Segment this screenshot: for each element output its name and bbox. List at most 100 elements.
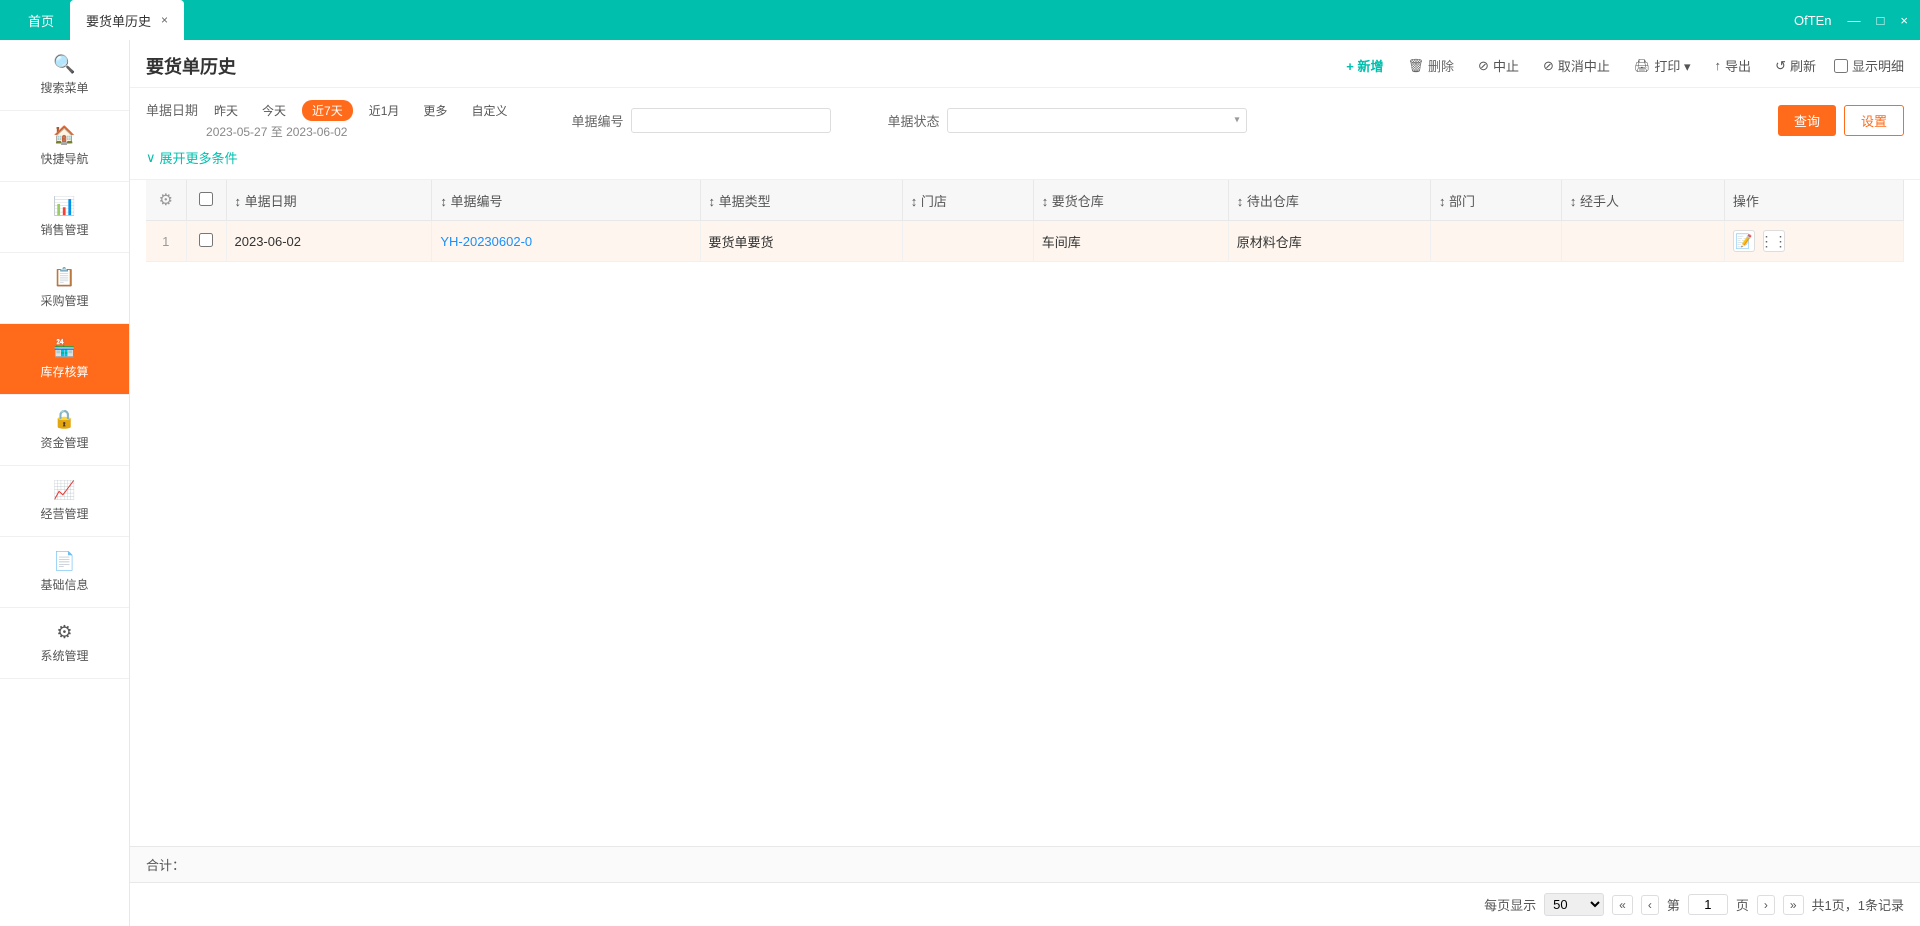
sidebar-item-purchase[interactable]: 📋 采购管理 bbox=[0, 253, 129, 324]
date-buttons: 昨天 今天 近7天 近1月 更多 自定义 bbox=[206, 100, 515, 121]
delete-button[interactable]: 🗑 删除 bbox=[1402, 52, 1461, 79]
print-icon: 🖨 bbox=[1634, 58, 1651, 74]
refresh-label: 刷新 bbox=[1790, 56, 1816, 75]
doc-status-label: 单据状态 bbox=[887, 111, 939, 130]
table-body: 1 2023-06-02 YH-20230602-0 要货单要货 车间库 原材料… bbox=[146, 221, 1904, 262]
sidebar-item-label: 搜索菜单 bbox=[40, 79, 88, 96]
row-doc-number[interactable]: YH-20230602-0 bbox=[432, 221, 700, 262]
today-btn[interactable]: 今天 bbox=[254, 100, 294, 121]
expand-more-button[interactable]: ∨ 展开更多条件 bbox=[146, 148, 1904, 167]
col-doc-type: ↕ 单据类型 bbox=[700, 180, 902, 221]
current-page-input[interactable] bbox=[1688, 894, 1728, 915]
close-window-icon[interactable]: × bbox=[1900, 13, 1908, 28]
table-row: 1 2023-06-02 YH-20230602-0 要货单要货 车间库 原材料… bbox=[146, 221, 1904, 262]
col-store-label: ↕ 门店 bbox=[911, 194, 947, 209]
more-btn[interactable]: 更多 bbox=[415, 100, 455, 121]
row-handler bbox=[1561, 221, 1724, 262]
col-operation: 操作 bbox=[1724, 180, 1903, 221]
next-page-btn[interactable]: › bbox=[1757, 895, 1775, 915]
last-page-btn[interactable]: » bbox=[1783, 895, 1804, 915]
first-page-btn[interactable]: « bbox=[1612, 895, 1633, 915]
doc-status-filter: 单据状态 ▾ bbox=[887, 108, 1750, 133]
refresh-button[interactable]: ↺ 刷新 bbox=[1769, 52, 1822, 79]
custom-btn[interactable]: 自定义 bbox=[463, 100, 515, 121]
top-bar-right: OfTEn — □ × bbox=[1794, 13, 1908, 28]
col-doc-number: ↕ 单据编号 bbox=[432, 180, 700, 221]
sidebar-item-finance[interactable]: 🔒 资金管理 bbox=[0, 395, 129, 466]
table-footer: 合计： bbox=[130, 846, 1920, 882]
sidebar-item-label: 销售管理 bbox=[40, 221, 88, 238]
sidebar-item-search[interactable]: 🔍 搜索菜单 bbox=[0, 40, 129, 111]
sidebar-item-quicknav[interactable]: 🏠 快捷导航 bbox=[0, 111, 129, 182]
doc-number-filter: 单据编号 bbox=[571, 108, 831, 133]
delete-label: 删除 bbox=[1428, 56, 1454, 75]
sidebar-item-inventory[interactable]: 🏪 库存核算 bbox=[0, 324, 129, 395]
select-all-checkbox[interactable] bbox=[199, 192, 213, 206]
table-container: ⚙ ↕ 单据日期 ↕ 单据编号 ↕ 单据类型 bbox=[130, 180, 1920, 846]
sidebar-item-label: 采购管理 bbox=[40, 292, 88, 309]
row-operations: 📝 ⋮⋮ bbox=[1724, 221, 1903, 262]
row-index: 1 bbox=[146, 221, 186, 262]
purchase-icon: 📋 bbox=[53, 267, 75, 288]
quick-nav-icon: 🏠 bbox=[53, 125, 75, 146]
doc-status-select[interactable] bbox=[947, 108, 1247, 133]
minimize-icon[interactable]: — bbox=[1848, 13, 1861, 28]
cancel-stop-icon: ⊘ bbox=[1543, 58, 1554, 74]
stop-icon: ⊘ bbox=[1478, 58, 1489, 74]
query-button[interactable]: 查询 bbox=[1778, 105, 1836, 136]
page-header: 要货单历史 + 新增 🗑 删除 ⊘ 中止 ⊘ 取消中止 🖨 打印 ▾ bbox=[130, 40, 1920, 88]
expand-down-icon: ∨ bbox=[146, 150, 156, 166]
maximize-icon[interactable]: □ bbox=[1877, 13, 1885, 28]
table-header-row: ⚙ ↕ 单据日期 ↕ 单据编号 ↕ 单据类型 bbox=[146, 180, 1904, 221]
row-checkbox[interactable] bbox=[186, 221, 226, 262]
search-menu-icon: 🔍 bbox=[53, 54, 75, 75]
print-button[interactable]: 🖨 打印 ▾ bbox=[1628, 52, 1697, 79]
sidebar-item-operations[interactable]: 📈 经营管理 bbox=[0, 466, 129, 537]
stop-button[interactable]: ⊘ 中止 bbox=[1472, 52, 1525, 79]
col-checkbox bbox=[186, 180, 226, 221]
last7days-btn[interactable]: 近7天 bbox=[302, 100, 353, 121]
data-table: ⚙ ↕ 单据日期 ↕ 单据编号 ↕ 单据类型 bbox=[146, 180, 1904, 262]
sidebar-item-label: 系统管理 bbox=[40, 647, 88, 664]
doc-number-input[interactable] bbox=[631, 108, 831, 133]
active-tab[interactable]: 要货单历史 × bbox=[70, 0, 184, 40]
sidebar-item-sales[interactable]: 📊 销售管理 bbox=[0, 182, 129, 253]
top-tabs: 首页 要货单历史 × bbox=[12, 0, 1794, 40]
col-settings-icon[interactable]: ⚙ bbox=[159, 192, 173, 209]
home-tab[interactable]: 首页 bbox=[12, 0, 70, 40]
cancel-stop-button[interactable]: ⊘ 取消中止 bbox=[1537, 52, 1616, 79]
col-handler-label: ↕ 经手人 bbox=[1570, 194, 1619, 209]
stop-label: 中止 bbox=[1493, 56, 1519, 75]
prev-page-btn[interactable]: ‹ bbox=[1641, 895, 1659, 915]
row-pending-warehouse: 原材料仓库 bbox=[1228, 221, 1430, 262]
row-select-checkbox[interactable] bbox=[199, 233, 213, 247]
col-department-label: ↕ 部门 bbox=[1439, 194, 1475, 209]
tab-close-icon[interactable]: × bbox=[161, 13, 168, 27]
sidebar-item-label: 资金管理 bbox=[40, 434, 88, 451]
sidebar-item-basicinfo[interactable]: 📄 基础信息 bbox=[0, 537, 129, 608]
home-tab-label: 首页 bbox=[28, 11, 54, 30]
show-detail-checkbox[interactable]: 显示明细 bbox=[1834, 56, 1904, 75]
row-req-warehouse: 车间库 bbox=[1033, 221, 1228, 262]
pagination-area: 每页显示 50 100 « ‹ 第 页 › » 共1页，1条记录 bbox=[130, 882, 1920, 926]
filter-action-buttons: 查询 设置 bbox=[1778, 105, 1904, 136]
row-doc-type: 要货单要货 bbox=[700, 221, 902, 262]
sidebar-item-label: 库存核算 bbox=[40, 363, 88, 380]
row-edit-btn[interactable]: 📝 bbox=[1733, 230, 1755, 252]
last1month-btn[interactable]: 近1月 bbox=[361, 100, 408, 121]
refresh-icon: ↺ bbox=[1775, 58, 1786, 74]
export-icon: ↑ bbox=[1715, 58, 1722, 73]
show-detail-input[interactable] bbox=[1834, 59, 1848, 73]
export-button[interactable]: ↑ 导出 bbox=[1709, 52, 1758, 79]
sidebar-item-system[interactable]: ⚙ 系统管理 bbox=[0, 608, 129, 679]
doc-number-label: 单据编号 bbox=[571, 111, 623, 130]
per-page-select[interactable]: 50 100 bbox=[1544, 893, 1604, 916]
yesterday-btn[interactable]: 昨天 bbox=[206, 100, 246, 121]
new-button[interactable]: + 新增 bbox=[1340, 52, 1389, 79]
finance-icon: 🔒 bbox=[53, 409, 75, 430]
date-filter-group: 昨天 今天 近7天 近1月 更多 自定义 2023-05-27 至 2023-0… bbox=[206, 100, 515, 140]
setting-button[interactable]: 设置 bbox=[1844, 105, 1904, 136]
doc-number-link[interactable]: YH-20230602-0 bbox=[440, 234, 532, 249]
row-more-btn[interactable]: ⋮⋮ bbox=[1763, 230, 1785, 252]
row-department bbox=[1430, 221, 1561, 262]
